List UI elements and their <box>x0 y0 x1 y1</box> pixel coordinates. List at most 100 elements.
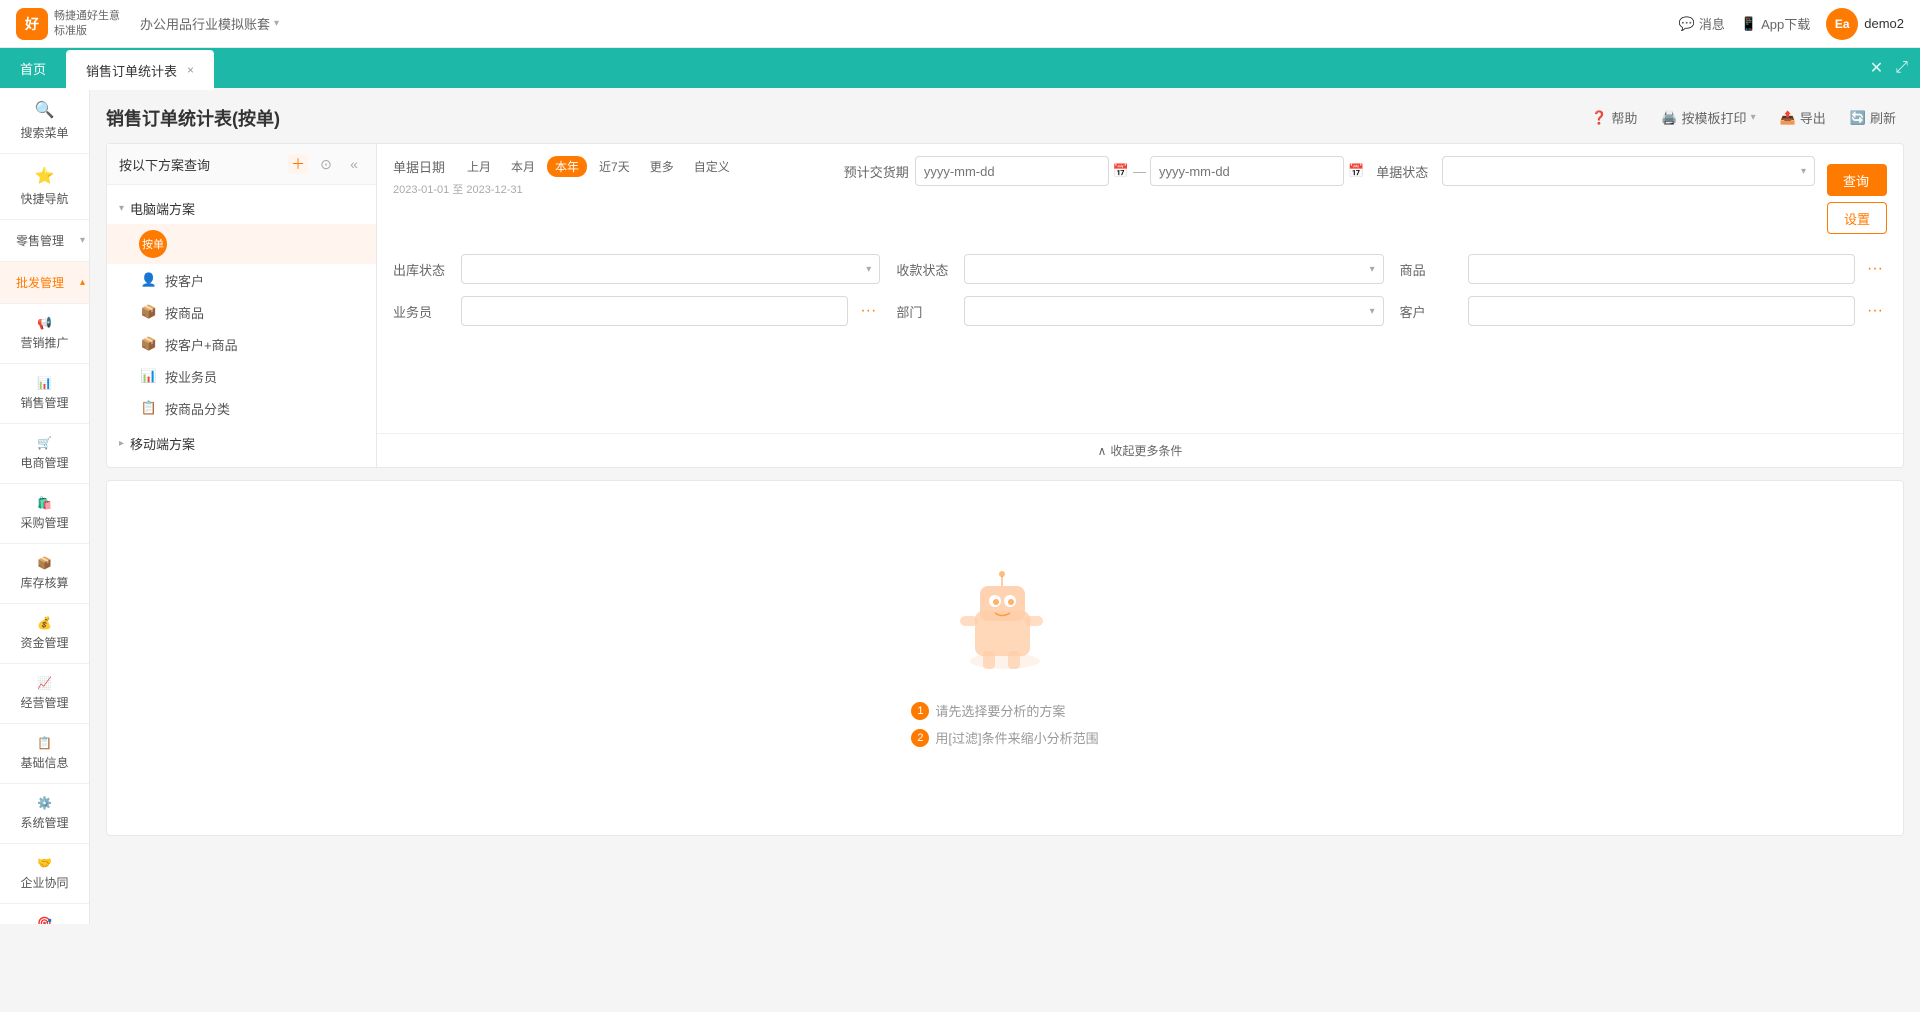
print-button[interactable]: 🖨️ 按模板打印 ▾ <box>1653 104 1763 131</box>
empty-tips: 1 请先选择要分析的方案 2 用[过滤]条件来缩小分析范围 <box>911 701 1098 755</box>
avatar: Ea <box>1826 8 1858 40</box>
date-range-delivery: 📅 — 📅 <box>915 156 1364 186</box>
solution-item-by-customer[interactable]: 👤 按客户 <box>107 264 376 296</box>
sidebar-item-sales[interactable]: 📊 销售管理 <box>0 364 89 424</box>
print-dropdown-icon[interactable]: ▾ <box>1751 112 1756 123</box>
onboarding-icon: 🎯 <box>37 916 52 924</box>
customer-product-icon: 📦 <box>139 334 159 354</box>
solution-item-by-salesperson[interactable]: 📊 按业务员 <box>107 360 376 392</box>
salesperson-icon: 📊 <box>139 366 159 386</box>
app-download-button[interactable]: 📱 App下载 <box>1741 14 1810 33</box>
sidebar-item-system[interactable]: ⚙️ 系统管理 <box>0 784 89 844</box>
solution-item-by-order[interactable]: 按单 <box>107 224 376 264</box>
tab-sales-order-stat[interactable]: 销售订单统计表 × <box>66 50 214 90</box>
export-button[interactable]: 📤 导出 <box>1772 104 1834 131</box>
filter-field-department: 部门 ▾ <box>896 296 1383 326</box>
date-label: 单据日期 <box>393 157 453 176</box>
date-separator: — <box>1133 164 1146 179</box>
maximize-icon[interactable]: ⤢ <box>1891 55 1912 81</box>
help-button[interactable]: ❓ 帮助 <box>1583 104 1645 131</box>
department-select[interactable]: ▾ <box>964 296 1383 326</box>
filter-right-container: 单据日期 上月 本月 本年 近7天 更多 自定义 <box>377 144 1903 467</box>
sidebar-item-wholesale[interactable]: 批发管理 ▴ <box>0 262 89 304</box>
download-icon: 📱 <box>1741 16 1757 32</box>
collapse-left-icon[interactable]: « <box>344 154 364 174</box>
filter-field-product: 商品 ··· <box>1400 254 1887 284</box>
filter-row-2: 出库状态 ▾ 收款状态 ▾ <box>393 254 1887 284</box>
tab-home[interactable]: 首页 <box>0 48 66 88</box>
collapse-button[interactable]: ∧ 收起更多条件 <box>377 433 1903 467</box>
filter-field-customer: 客户 ··· <box>1400 296 1887 326</box>
solution-item-by-product-category[interactable]: 📋 按商品分类 <box>107 392 376 424</box>
filter-row-3: 业务员 ··· 部门 ▾ <box>393 296 1887 326</box>
filter-panel: 按以下方案查询 ＋ ⊙ « ▾ 电脑端方案 按单 <box>106 143 1904 468</box>
topbar: 好 畅捷通好生意 标准版 办公用品行业模拟账套 ▾ 💬 消息 📱 App下载 E… <box>0 0 1920 48</box>
sidebar-item-ecommerce[interactable]: 🛒 电商管理 <box>0 424 89 484</box>
customer-label: 客户 <box>1400 302 1460 321</box>
finance-icon: 💰 <box>37 616 52 630</box>
sidebar-item-onboarding[interactable]: 🎯 新手引导 <box>0 904 89 924</box>
solution-item-by-product[interactable]: 📦 按商品 <box>107 296 376 328</box>
tab-close-icon[interactable]: × <box>187 63 194 77</box>
delivery-status-select[interactable]: ▾ <box>461 254 880 284</box>
sidebar-item-quick-nav[interactable]: ⭐ 快捷导航 <box>0 154 89 220</box>
sidebar: 🔍 搜索菜单 ⭐ 快捷导航 零售管理 ▾ 批发管理 ▴ 📢 营销推广 📊 销售管… <box>0 88 90 924</box>
close-window-icon[interactable]: ✕ <box>1866 54 1887 82</box>
order-status-select[interactable]: ▾ <box>1442 156 1815 186</box>
shortcut-custom[interactable]: 自定义 <box>686 156 738 177</box>
sidebar-item-finance[interactable]: 💰 资金管理 <box>0 604 89 664</box>
add-solution-icon[interactable]: ＋ <box>288 154 308 174</box>
query-button[interactable]: 查询 <box>1827 164 1887 196</box>
customer-input[interactable] <box>1468 296 1855 326</box>
product-input[interactable] <box>1468 254 1855 284</box>
sidebar-item-purchase[interactable]: 🛍️ 采购管理 <box>0 484 89 544</box>
collapse-icon: ▸ <box>119 438 124 449</box>
product-label: 商品 <box>1400 260 1460 279</box>
ecommerce-icon: 🛒 <box>37 436 52 450</box>
sidebar-item-label: 批发管理 <box>4 274 76 291</box>
sidebar-item-marketing[interactable]: 📢 营销推广 <box>0 304 89 364</box>
payment-status-select[interactable]: ▾ <box>964 254 1383 284</box>
sidebar-item-label: 搜索菜单 <box>20 124 68 141</box>
sidebar-item-label: 销售管理 <box>20 394 68 411</box>
salesperson-input[interactable] <box>461 296 848 326</box>
tip-num-1: 1 <box>911 702 929 720</box>
sidebar-item-inventory[interactable]: 📦 库存核算 <box>0 544 89 604</box>
solution-item-by-customer-product[interactable]: 📦 按客户+商品 <box>107 328 376 360</box>
salesperson-more-icon[interactable]: ··· <box>856 302 880 320</box>
sidebar-item-operations[interactable]: 📈 经营管理 <box>0 664 89 724</box>
solution-section-mobile: ▸ 移动端方案 <box>107 428 376 459</box>
settings-button[interactable]: 设置 <box>1827 202 1887 234</box>
delivery-date-to[interactable] <box>1150 156 1344 186</box>
empty-illustration <box>945 561 1065 681</box>
sidebar-item-enterprise[interactable]: 🤝 企业协同 <box>0 844 89 904</box>
calendar-icon-to[interactable]: 📅 <box>1348 163 1364 179</box>
user-menu[interactable]: Ea demo2 <box>1826 8 1904 40</box>
sidebar-item-search-menu[interactable]: 🔍 搜索菜单 <box>0 88 89 154</box>
product-more-icon[interactable]: ··· <box>1863 260 1887 278</box>
filter-field-delivery-status: 出库状态 ▾ <box>393 254 880 284</box>
shortcut-this-year[interactable]: 本年 <box>547 156 587 177</box>
help-icon: ❓ <box>1591 110 1607 126</box>
chevron-up-icon: ▴ <box>80 277 85 288</box>
inventory-icon: 📦 <box>37 556 52 570</box>
main-content: 销售订单统计表(按单) ❓ 帮助 🖨️ 按模板打印 ▾ 📤 导出 🔄 刷新 <box>90 88 1920 924</box>
logo-area: 好 畅捷通好生意 标准版 <box>16 8 120 40</box>
customer-more-icon[interactable]: ··· <box>1863 302 1887 320</box>
message-button[interactable]: 💬 消息 <box>1679 14 1725 33</box>
chevron-down-icon: ▾ <box>1801 166 1806 177</box>
tabbar-right: ✕ ⤢ <box>1866 54 1920 82</box>
refresh-icon: 🔄 <box>1850 110 1866 126</box>
shortcut-more[interactable]: 更多 <box>642 156 682 177</box>
delivery-date-from[interactable] <box>915 156 1109 186</box>
sidebar-item-retail[interactable]: 零售管理 ▾ <box>0 220 89 262</box>
chevron-down-icon[interactable]: ▾ <box>274 18 279 29</box>
sidebar-item-basic-info[interactable]: 📋 基础信息 <box>0 724 89 784</box>
settings-solution-icon[interactable]: ⊙ <box>316 154 336 174</box>
refresh-button[interactable]: 🔄 刷新 <box>1842 104 1904 131</box>
filter-left: 按以下方案查询 ＋ ⊙ « ▾ 电脑端方案 按单 <box>107 144 377 467</box>
shortcut-7days[interactable]: 近7天 <box>591 156 638 177</box>
shortcut-last-month[interactable]: 上月 <box>459 156 499 177</box>
shortcut-this-month[interactable]: 本月 <box>503 156 543 177</box>
calendar-icon-from[interactable]: 📅 <box>1113 163 1129 179</box>
